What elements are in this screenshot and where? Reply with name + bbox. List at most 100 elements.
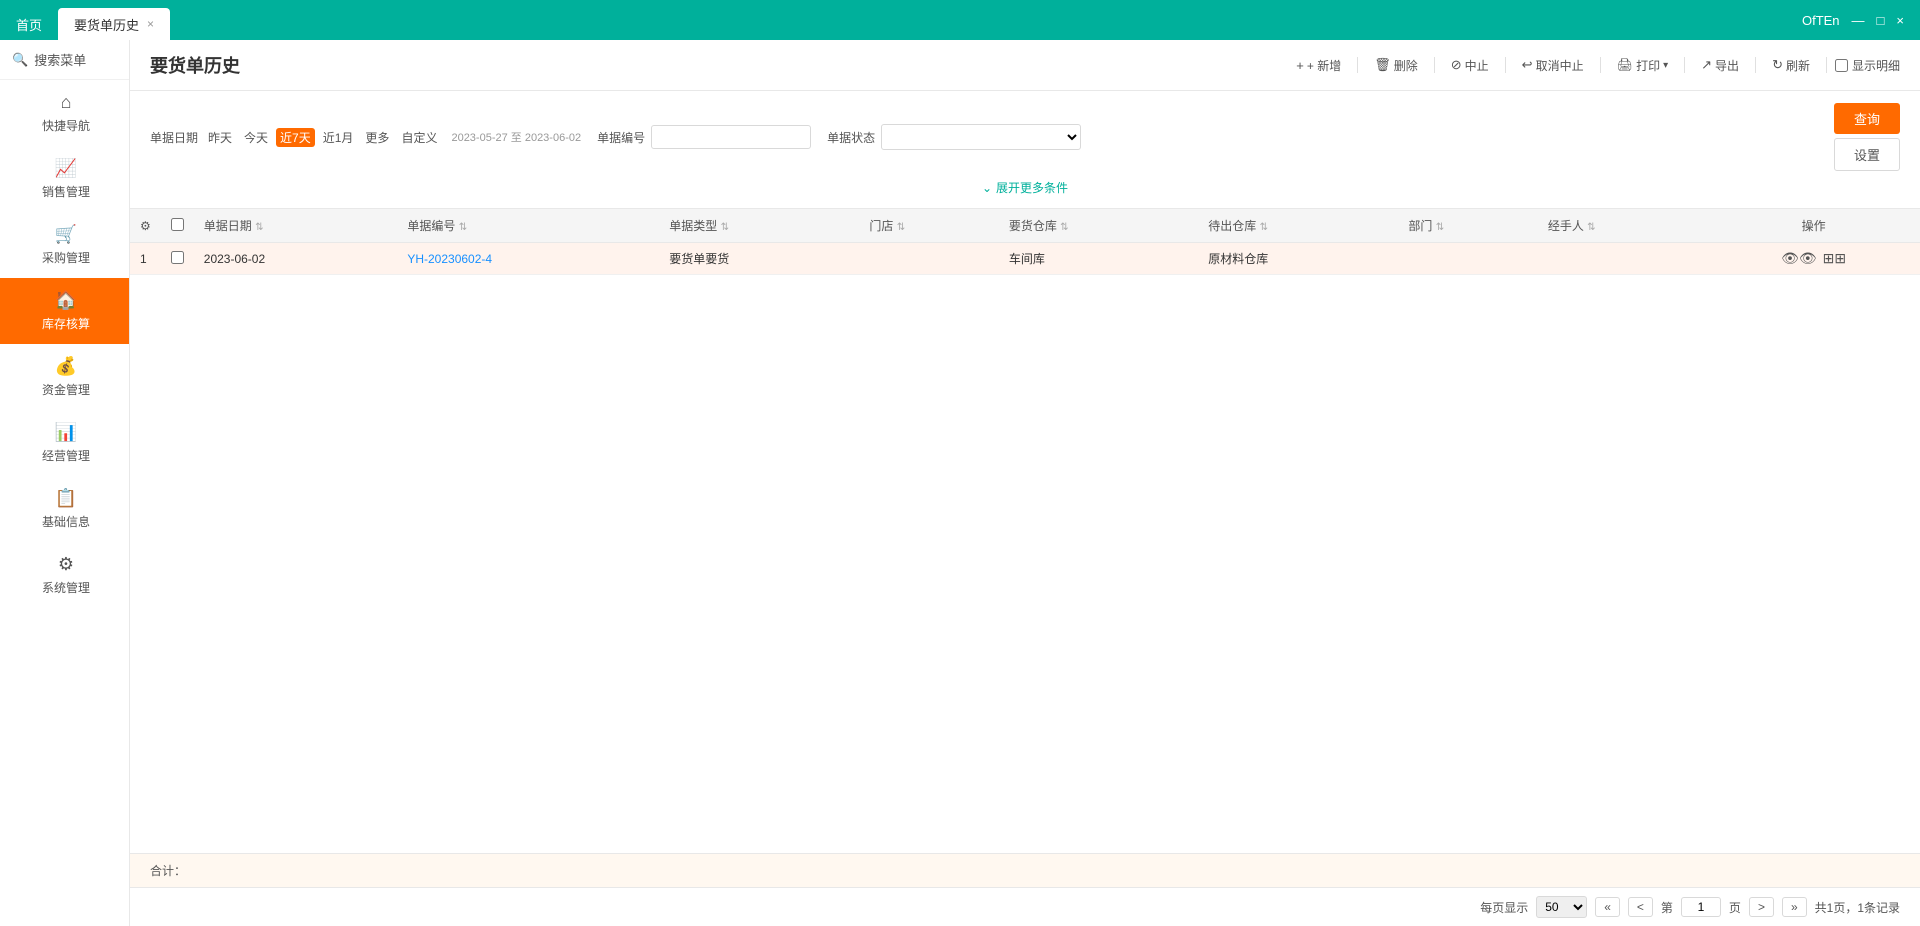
view-icon[interactable]: 👁 — [1781, 250, 1817, 267]
td-pending-warehouse: 原材料仓库 — [1198, 243, 1398, 275]
last-page-btn[interactable]: » — [1782, 897, 1807, 917]
sidebar-item-finance[interactable]: 资金管理 — [0, 344, 129, 410]
th-checkbox[interactable] — [161, 209, 194, 243]
td-doc-number[interactable]: YH-20230602-4 — [397, 243, 659, 275]
doc-number-input[interactable] — [651, 125, 811, 149]
tab-requisition-history[interactable]: 要货单历史 × — [58, 8, 170, 40]
sidebar-item-sales[interactable]: 销售管理 — [0, 146, 129, 212]
first-page-btn[interactable]: « — [1595, 897, 1620, 917]
close-btn[interactable]: × — [1896, 13, 1904, 28]
sidebar-item-home[interactable]: 快捷导航 — [0, 80, 129, 146]
date-shortcut-1month[interactable]: 近1月 — [319, 128, 358, 147]
table-footer: 合计： — [130, 853, 1920, 887]
tab-bar: 首页 要货单历史 × — [0, 0, 170, 40]
system-icon — [58, 554, 74, 575]
sidebar-item-operations[interactable]: 经营管理 — [0, 410, 129, 476]
sidebar-item-label: 库存核算 — [42, 315, 90, 332]
finance-icon — [55, 356, 77, 377]
expand-down-icon: ⌄ — [982, 181, 992, 195]
print-dropdown-icon[interactable]: ▾ — [1663, 60, 1668, 71]
date-shortcut-custom[interactable]: 自定义 — [397, 128, 441, 147]
search-menu-icon — [12, 52, 28, 68]
date-shortcut-7days[interactable]: 近7天 — [276, 128, 315, 147]
expand-more-label: 展开更多条件 — [996, 179, 1068, 196]
next-page-btn[interactable]: > — [1749, 897, 1774, 917]
stop-button[interactable]: 中止 — [1443, 53, 1497, 78]
sidebar-item-label: 快捷导航 — [42, 117, 90, 134]
display-detail-checkbox[interactable] — [1835, 59, 1848, 72]
window-controls: OfTEn — □ × — [1802, 13, 1920, 28]
setting-button[interactable]: 设置 — [1834, 138, 1900, 171]
date-shortcut-more[interactable]: 更多 — [361, 128, 393, 147]
select-all-checkbox[interactable] — [171, 218, 184, 231]
tab-home[interactable]: 首页 — [0, 8, 58, 40]
search-menu-item[interactable]: 搜索菜单 — [0, 40, 129, 80]
export-button[interactable]: 导出 — [1693, 53, 1747, 78]
sidebar-item-label: 销售管理 — [42, 183, 90, 200]
th-req-warehouse[interactable]: 要货仓库 ⇅ — [999, 209, 1198, 243]
sidebar-item-inventory[interactable]: 库存核算 — [0, 278, 129, 344]
query-button[interactable]: 查询 — [1834, 103, 1900, 134]
minimize-btn[interactable]: — — [1852, 13, 1865, 28]
td-checkbox[interactable] — [161, 243, 194, 275]
home-icon — [61, 92, 72, 113]
brand-label: OfTEn — [1802, 13, 1840, 28]
detail-icon[interactable]: ⊞ — [1823, 250, 1846, 267]
divider — [1505, 57, 1506, 73]
divider — [1684, 57, 1685, 73]
sort-icon: ⇅ — [1436, 222, 1444, 233]
row-checkbox[interactable] — [171, 251, 184, 264]
total-info: 共1页，1条记录 — [1815, 899, 1900, 916]
new-button[interactable]: + 新增 — [1288, 53, 1349, 78]
tab-close-icon[interactable]: × — [147, 17, 154, 31]
maximize-btn[interactable]: □ — [1877, 13, 1885, 28]
table-row[interactable]: 1 2023-06-02 YH-20230602-4 要货单要货 车间库 原材料… — [130, 243, 1920, 275]
th-store[interactable]: 门店 ⇅ — [859, 209, 998, 243]
display-detail-label: 显示明细 — [1852, 57, 1900, 74]
doc-number-filter-group: 单据编号 — [597, 125, 811, 149]
sort-icon: ⇅ — [1060, 222, 1068, 233]
page-header: 要货单历史 + 新增 删除 中止 取消 — [130, 40, 1920, 91]
page-size-select[interactable]: 50 100 — [1536, 896, 1587, 918]
divider — [1755, 57, 1756, 73]
print-button[interactable]: 打印 ▾ — [1609, 53, 1677, 78]
sort-icon: ⇅ — [1587, 222, 1595, 233]
th-doc-number[interactable]: 单据编号 ⇅ — [397, 209, 659, 243]
page-title: 要货单历史 — [150, 52, 240, 78]
th-doc-date[interactable]: 单据日期 ⇅ — [194, 209, 398, 243]
sidebar-item-label: 采购管理 — [42, 249, 90, 266]
delete-icon — [1374, 57, 1391, 73]
th-department[interactable]: 部门 ⇅ — [1398, 209, 1537, 243]
th-settings[interactable] — [130, 209, 161, 243]
top-bar: 首页 要货单历史 × OfTEn — □ × — [0, 0, 1920, 40]
refresh-button[interactable]: 刷新 — [1764, 53, 1818, 78]
sidebar-item-purchase[interactable]: 采购管理 — [0, 212, 129, 278]
cancel-stop-button[interactable]: 取消中止 — [1514, 53, 1592, 78]
stop-icon — [1451, 57, 1462, 73]
pagination: 每页显示 50 100 « < 第 页 > » 共1页，1条记录 — [130, 887, 1920, 926]
display-detail-toggle[interactable]: 显示明细 — [1835, 57, 1900, 74]
sort-icon: ⇅ — [721, 222, 729, 233]
th-handler[interactable]: 经手人 ⇅ — [1538, 209, 1707, 243]
settings-icon[interactable] — [140, 219, 151, 233]
search-menu-label: 搜索菜单 — [34, 50, 86, 69]
purchase-icon — [55, 224, 77, 245]
date-shortcut-today[interactable]: 今天 — [240, 128, 272, 147]
doc-status-select[interactable] — [881, 124, 1081, 150]
th-pending-warehouse[interactable]: 待出仓库 ⇅ — [1198, 209, 1398, 243]
prev-page-btn[interactable]: < — [1628, 897, 1653, 917]
operations-icon — [55, 422, 77, 443]
sidebar-item-basic-info[interactable]: 基础信息 — [0, 476, 129, 542]
sort-icon: ⇅ — [255, 222, 263, 233]
filter-buttons: 查询 设置 — [1834, 103, 1900, 171]
date-shortcut-yesterday[interactable]: 昨天 — [204, 128, 236, 147]
divider — [1357, 57, 1358, 73]
sidebar-item-system[interactable]: 系统管理 — [0, 542, 129, 608]
current-page-input[interactable] — [1681, 897, 1721, 917]
delete-button[interactable]: 删除 — [1366, 53, 1426, 78]
doc-status-filter-group: 单据状态 — [827, 124, 1081, 150]
page-label2: 页 — [1729, 899, 1741, 916]
doc-number-link[interactable]: YH-20230602-4 — [407, 252, 492, 266]
expand-more[interactable]: ⌄ 展开更多条件 — [150, 179, 1900, 196]
th-doc-type[interactable]: 单据类型 ⇅ — [659, 209, 859, 243]
